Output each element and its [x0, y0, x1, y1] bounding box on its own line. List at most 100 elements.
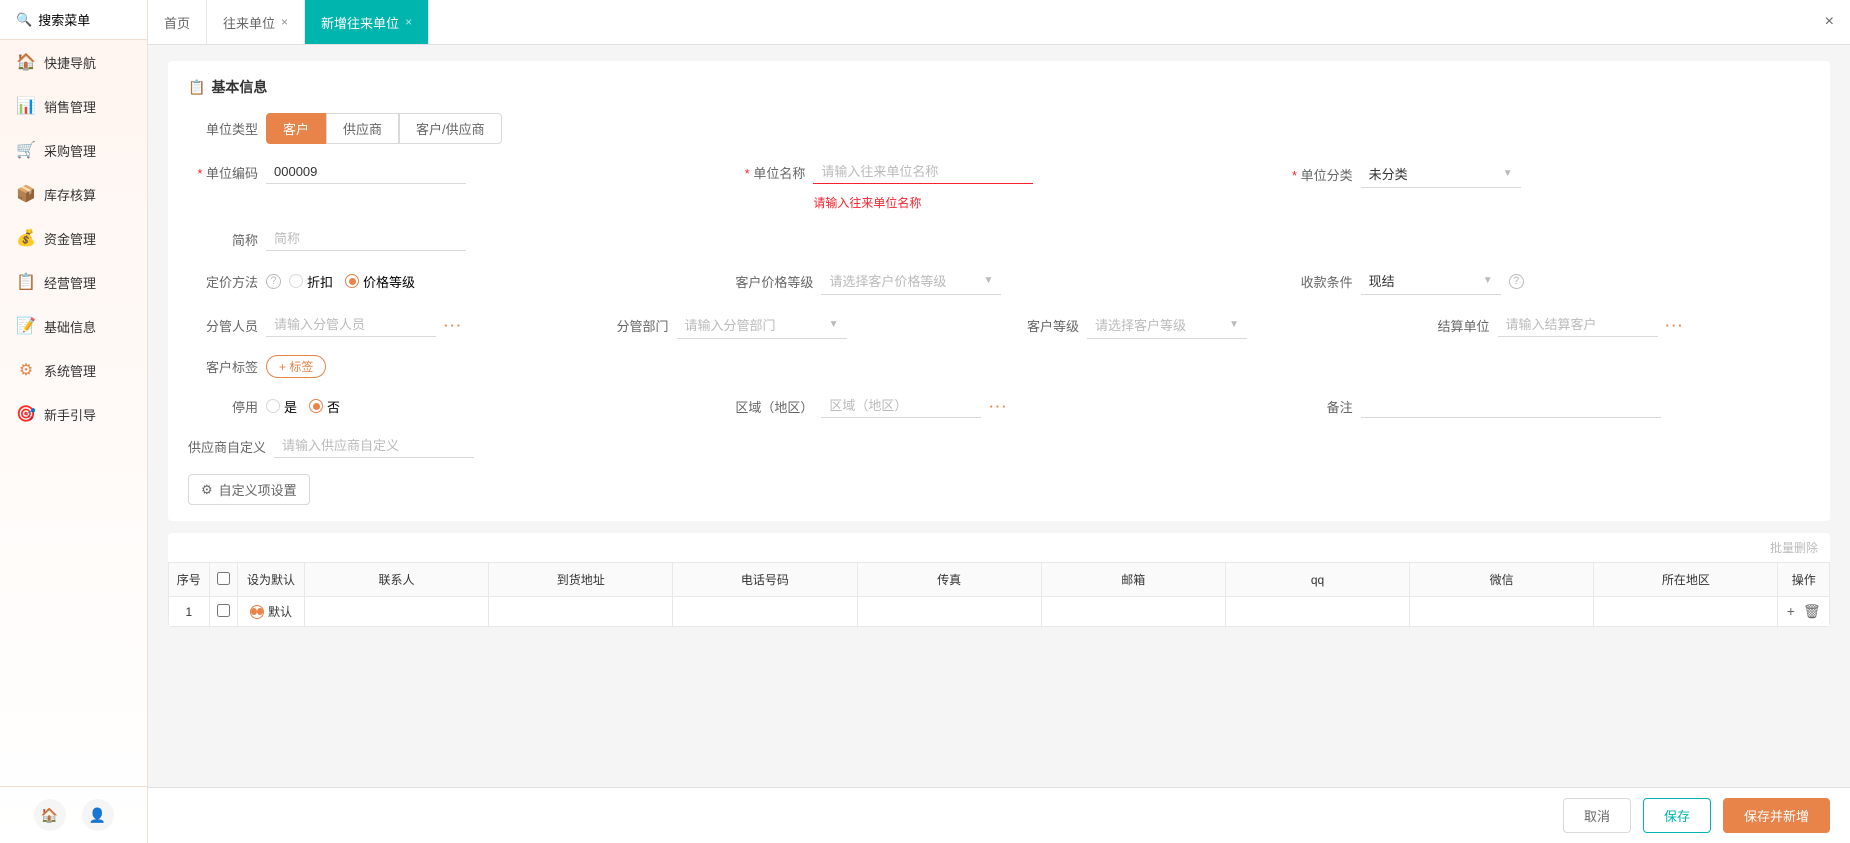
email-input[interactable] [1048, 605, 1219, 619]
short-name-group: 简称 [188, 227, 1810, 251]
type-btn-customer[interactable]: 客户 [266, 113, 326, 144]
manager-more-btn[interactable]: ··· [444, 318, 463, 333]
phone-input[interactable] [679, 605, 850, 619]
table-cell-wechat[interactable] [1410, 597, 1594, 627]
region-input[interactable] [1600, 605, 1771, 619]
table-cell-address[interactable] [489, 597, 673, 627]
save-add-button[interactable]: 保存并新增 [1723, 798, 1830, 833]
region-more-btn[interactable]: ··· [989, 399, 1008, 414]
unit-name-input[interactable] [813, 160, 1033, 184]
row-checkbox[interactable] [217, 604, 230, 617]
region-input[interactable] [821, 394, 981, 418]
table-cell-email[interactable] [1041, 597, 1225, 627]
sidebar-item-inventory[interactable]: 📦库存核算 [0, 172, 147, 216]
sidebar-footer: 🏠 👤 [0, 786, 147, 843]
tab-close-new-counterparty[interactable]: × [405, 15, 412, 29]
customer-tag-group: 客户标签 + 标签 [188, 355, 1810, 378]
short-name-row: 简称 [188, 227, 1810, 251]
main-area: 首页往来单位×新增往来单位× × 📋 基本信息 单位类型 客户 供应商 客户/供… [148, 0, 1850, 843]
department-label: 分管部门 [599, 316, 669, 335]
save-button[interactable]: 保存 [1643, 798, 1711, 833]
sidebar-item-sales[interactable]: 📊销售管理 [0, 84, 147, 128]
unit-code-input[interactable] [266, 160, 466, 184]
sidebar-item-label-inventory: 库存核算 [44, 185, 96, 204]
table-cell-phone[interactable] [673, 597, 857, 627]
sidebar-item-label-sales: 销售管理 [44, 97, 96, 116]
customer-level-label: 客户等级 [1009, 316, 1079, 335]
add-tag-btn[interactable]: + 标签 [266, 355, 326, 378]
supplier-custom-input[interactable] [274, 434, 474, 458]
table-cell-contact[interactable] [304, 597, 488, 627]
system-icon: ⚙ [16, 360, 36, 380]
table-cell-qq[interactable] [1225, 597, 1409, 627]
payment-terms-select[interactable]: 现结 ▼ [1361, 267, 1501, 295]
cancel-button[interactable]: 取消 [1563, 798, 1631, 833]
custom-settings-btn[interactable]: ⚙ 自定义项设置 [188, 474, 310, 505]
sidebar-item-system[interactable]: ⚙系统管理 [0, 348, 147, 392]
department-arrow: ▼ [829, 319, 839, 330]
manager-row: 分管人员 ··· 分管部门 请输入分管部门 ▼ 客户等级 请选择客户等级 ▼ [188, 311, 1810, 339]
settlement-unit-more-btn[interactable]: ··· [1666, 318, 1685, 333]
radio-yes[interactable]: 是 [266, 397, 297, 416]
unit-name-label: 单位名称 [735, 163, 805, 182]
sidebar-item-quick-nav[interactable]: 🏠快捷导航 [0, 40, 147, 84]
customer-price-level-select[interactable]: 请选择客户价格等级 ▼ [821, 267, 1001, 295]
unit-type-row: 单位类型 客户 供应商 客户/供应商 [188, 113, 1810, 144]
sidebar-item-guide[interactable]: 🎯新手引导 [0, 392, 147, 436]
sidebar-item-operations[interactable]: 📋经营管理 [0, 260, 147, 304]
sidebar-search[interactable]: 🔍 搜索菜单 [0, 0, 147, 40]
contact-table-section: 批量删除 序号设为默认联系人到货地址电话号码传真邮箱qq微信所在地区操作 1 默… [168, 533, 1830, 627]
sidebar: 🔍 搜索菜单 🏠快捷导航📊销售管理🛒采购管理📦库存核算💰资金管理📋经营管理📝基础… [0, 0, 148, 843]
type-btn-both[interactable]: 客户/供应商 [399, 113, 502, 144]
supplier-custom-label: 供应商自定义 [188, 437, 266, 456]
table-cell-region[interactable] [1594, 597, 1778, 627]
row-delete-btn[interactable]: 🗑 [1803, 603, 1821, 620]
guide-icon: 🎯 [16, 404, 36, 424]
radio-no[interactable]: 否 [309, 397, 340, 416]
pricing-help-icon[interactable]: ? [266, 274, 281, 289]
gear-icon: ⚙ [201, 482, 213, 498]
table-cell-fax[interactable] [857, 597, 1041, 627]
window-close-btn[interactable]: × [1809, 13, 1850, 31]
supplier-custom-row: 供应商自定义 [188, 434, 1810, 458]
settlement-unit-input[interactable] [1498, 313, 1658, 337]
qq-input[interactable] [1232, 605, 1403, 619]
fax-input[interactable] [864, 605, 1035, 619]
manager-input[interactable] [266, 313, 436, 337]
unit-category-group: 单位分类 未分类 ▼ [1283, 160, 1810, 188]
remark-label: 备注 [1283, 397, 1353, 416]
tab-close-counterparty[interactable]: × [281, 15, 288, 29]
unit-code-label: 单位编码 [188, 163, 258, 182]
payment-terms-help-icon[interactable]: ? [1509, 274, 1524, 289]
tab-home[interactable]: 首页 [148, 0, 207, 44]
tab-label-new-counterparty: 新增往来单位 [321, 13, 399, 32]
tab-new-counterparty[interactable]: 新增往来单位 × [305, 0, 429, 44]
address-input[interactable] [495, 605, 666, 619]
sidebar-home-btn[interactable]: 🏠 [34, 799, 66, 831]
unit-category-select[interactable]: 未分类 ▼ [1361, 160, 1521, 188]
remark-group: 备注 [1283, 394, 1810, 418]
sidebar-item-basic-info[interactable]: 📝基础信息 [0, 304, 147, 348]
table-cell-checkbox[interactable] [209, 597, 238, 627]
tab-counterparty[interactable]: 往来单位× [207, 0, 305, 44]
manager-group: 分管人员 ··· [188, 313, 579, 337]
sidebar-user-btn[interactable]: 👤 [82, 799, 114, 831]
customer-price-level-placeholder: 请选择客户价格等级 [829, 271, 979, 290]
radio-discount[interactable]: 折扣 [289, 272, 333, 291]
sidebar-item-finance[interactable]: 💰资金管理 [0, 216, 147, 260]
wechat-input[interactable] [1416, 605, 1587, 619]
basic-info-icon: 📝 [16, 316, 36, 336]
customer-level-select[interactable]: 请选择客户等级 ▼ [1087, 311, 1247, 339]
row-add-btn[interactable]: + [1787, 603, 1795, 620]
unit-category-arrow: ▼ [1503, 168, 1513, 179]
department-select[interactable]: 请输入分管部门 ▼ [677, 311, 847, 339]
table-select-all[interactable] [217, 572, 230, 585]
sidebar-item-purchase[interactable]: 🛒采购管理 [0, 128, 147, 172]
remark-input[interactable] [1361, 394, 1661, 418]
customer-tag-row: 客户标签 + 标签 [188, 355, 1810, 378]
short-name-input[interactable] [266, 227, 466, 251]
type-btn-supplier[interactable]: 供应商 [326, 113, 399, 144]
contact-input[interactable] [311, 605, 482, 619]
radio-price-level[interactable]: 价格等级 [345, 272, 415, 291]
batch-delete-btn[interactable]: 批量删除 [1770, 539, 1818, 556]
